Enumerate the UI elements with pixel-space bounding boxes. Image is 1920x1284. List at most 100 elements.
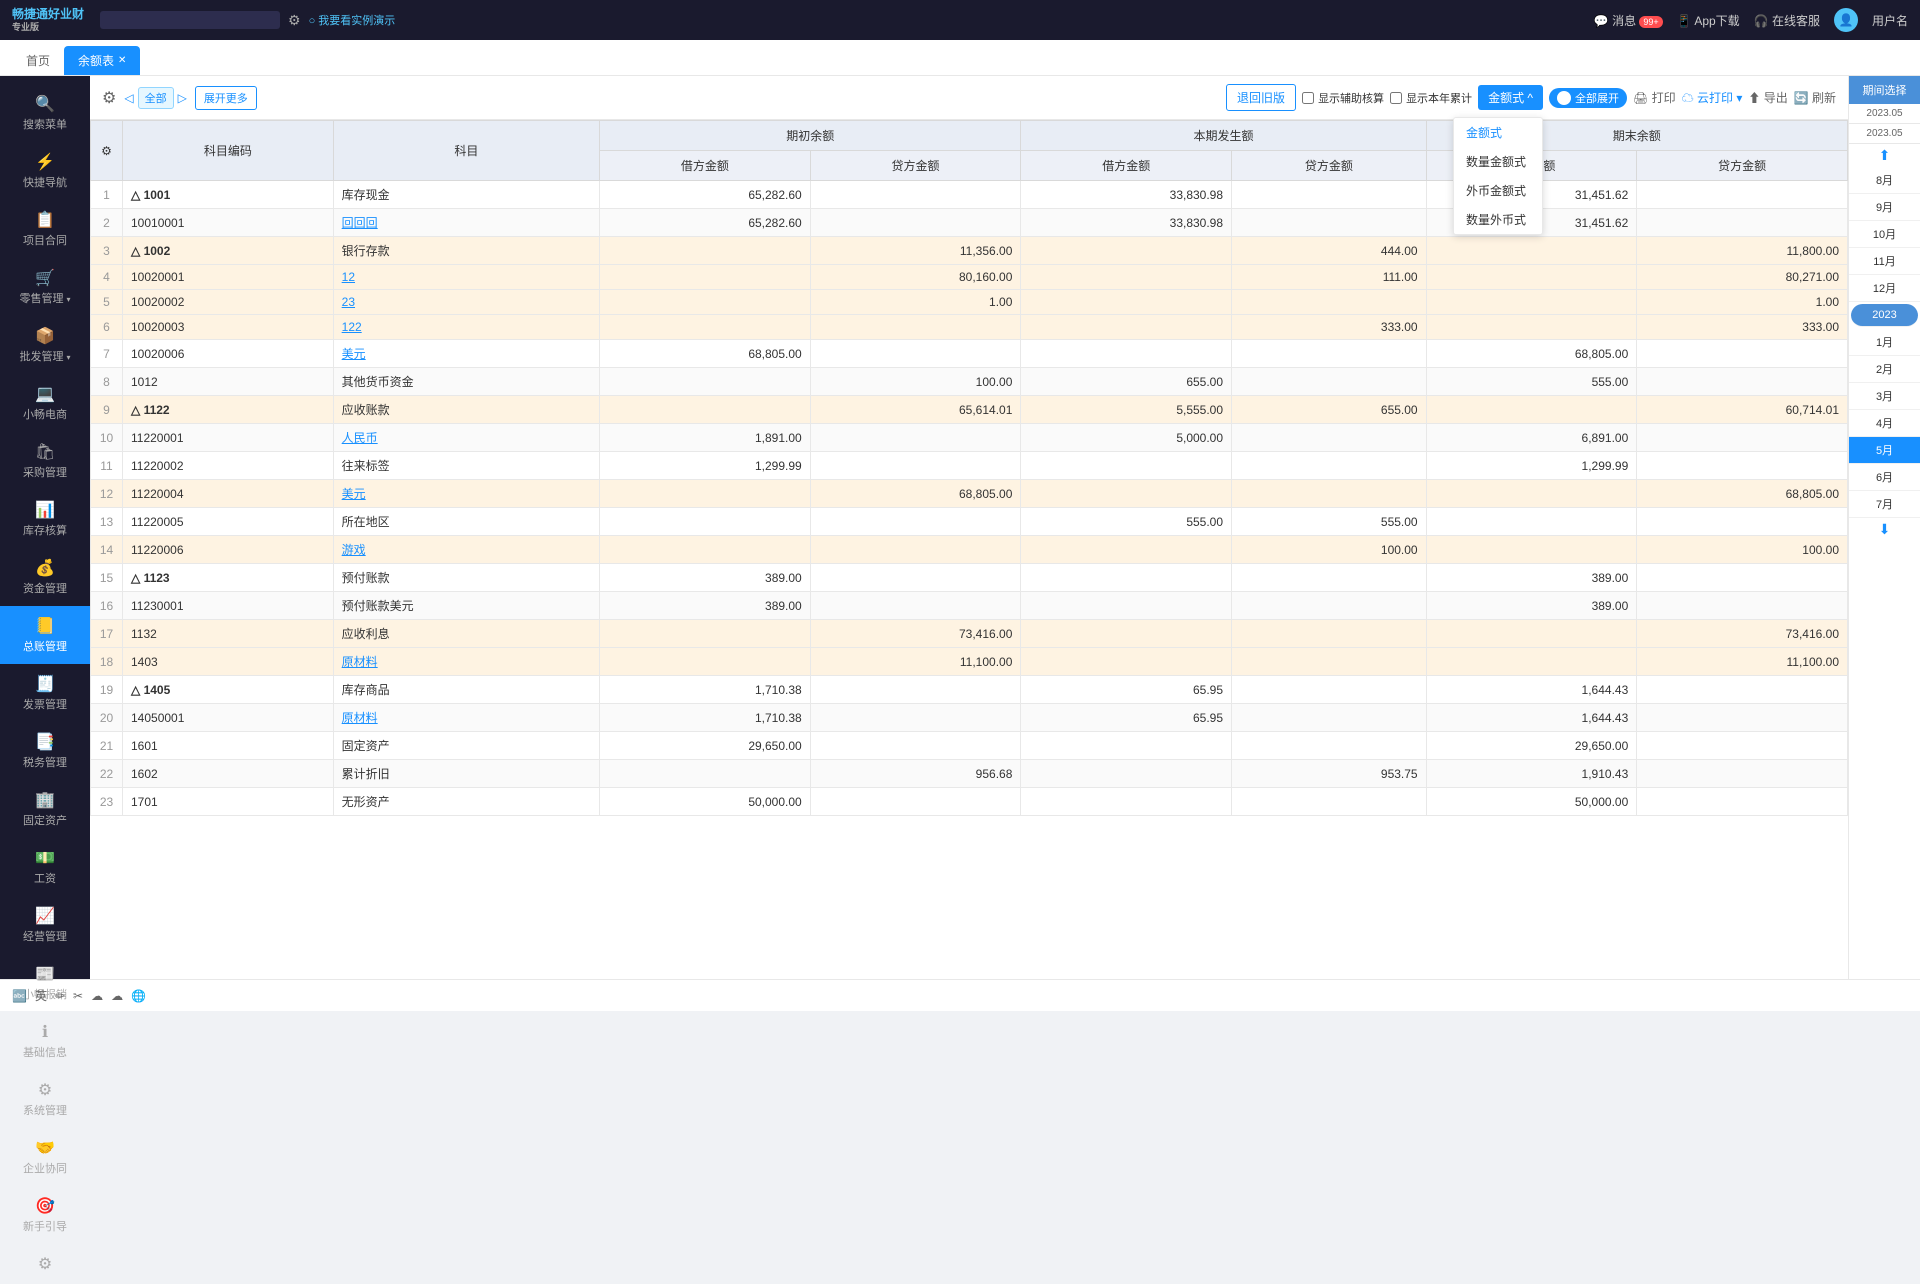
cell-code[interactable]: 11220006 [123, 536, 334, 564]
cell-code[interactable]: △ 1002 [123, 237, 334, 265]
sidebar-item-invoice[interactable]: 🧾 发票管理 [0, 664, 90, 722]
cell-subject[interactable]: 23 [333, 290, 599, 315]
bottom-icon-4[interactable]: ✂ [73, 989, 83, 1003]
show-ytd-label[interactable]: 显示本年累计 [1390, 90, 1472, 106]
cell-code[interactable]: 14050001 [123, 704, 334, 732]
cell-code[interactable]: 10020002 [123, 290, 334, 315]
sidebar-settings-icon[interactable]: ⚙ [38, 1256, 52, 1273]
cell-code[interactable]: 11220004 [123, 480, 334, 508]
print-icon[interactable]: 🖨 打印 [1633, 89, 1676, 106]
cell-code[interactable]: 11220005 [123, 508, 334, 536]
expand-more-btn[interactable]: 展开更多 [195, 86, 257, 110]
cell-subject[interactable]: 往来标签 [333, 452, 599, 480]
right-panel-month-7[interactable]: 7月 [1849, 491, 1920, 518]
right-panel-month-4[interactable]: 4月 [1849, 410, 1920, 437]
cloud-print-icon[interactable]: ☁ 云打印 ▾ [1682, 89, 1743, 106]
cell-code[interactable]: 11220002 [123, 452, 334, 480]
cell-code[interactable]: 10020006 [123, 340, 334, 368]
cell-subject[interactable]: 固定资产 [333, 732, 599, 760]
sidebar-item-purchase[interactable]: 🛍 采购管理 [0, 432, 90, 490]
online-service-btn[interactable]: 🎧 在线客服 [1754, 12, 1820, 29]
right-panel-month-12[interactable]: 12月 [1849, 275, 1920, 302]
cell-subject[interactable]: 122 [333, 315, 599, 340]
cell-subject[interactable]: 银行存款 [333, 237, 599, 265]
cell-subject[interactable]: 美元 [333, 480, 599, 508]
settings-icon[interactable]: ⚙ [288, 12, 301, 29]
th-settings-icon[interactable]: ⚙ [101, 144, 112, 158]
cell-code[interactable]: 11220001 [123, 424, 334, 452]
bottom-icon-2[interactable]: 英 [35, 987, 47, 1004]
right-panel-month-10[interactable]: 10月 [1849, 221, 1920, 248]
cell-subject[interactable]: 应收利息 [333, 620, 599, 648]
cell-code[interactable]: 1132 [123, 620, 334, 648]
amount-style-btn[interactable]: 金额式 ^ [1478, 85, 1543, 110]
sidebar-item-tax[interactable]: 📑 税务管理 [0, 722, 90, 780]
refresh-icon[interactable]: 🔄 刷新 [1794, 89, 1836, 106]
cell-code[interactable]: 1403 [123, 648, 334, 676]
bottom-icon-5[interactable]: ☁ [91, 989, 103, 1003]
cell-code[interactable]: 1012 [123, 368, 334, 396]
cell-subject[interactable]: 12 [333, 265, 599, 290]
right-panel-down-arrow[interactable]: ⬇ [1849, 518, 1920, 541]
cell-subject[interactable]: 库存现金 [333, 181, 599, 209]
right-panel-month-6[interactable]: 6月 [1849, 464, 1920, 491]
sidebar-item-wholesale[interactable]: 📦 批发管理 ▾ [0, 316, 90, 374]
right-panel-month-8[interactable]: 8月 [1849, 167, 1920, 194]
sidebar-item-salary[interactable]: 💵 工资 [0, 838, 90, 896]
cell-subject[interactable]: 原材料 [333, 648, 599, 676]
cell-subject[interactable]: 美元 [333, 340, 599, 368]
nav-right-icon[interactable]: ▷ [178, 91, 187, 105]
sidebar-item-guide[interactable]: 🎯 新手引导 [0, 1186, 90, 1244]
tab-close-icon[interactable]: ✕ [118, 55, 126, 66]
cell-code[interactable]: 1602 [123, 760, 334, 788]
cell-subject[interactable]: 无形资产 [333, 788, 599, 816]
cell-code[interactable]: 1701 [123, 788, 334, 816]
tab-home[interactable]: 首页 [12, 46, 64, 75]
top-search-input[interactable] [100, 11, 280, 29]
bottom-icon-7[interactable]: 🌐 [131, 989, 146, 1003]
export-icon[interactable]: ⬆ 导出 [1748, 89, 1787, 106]
cell-subject[interactable]: 应收账款 [333, 396, 599, 424]
sidebar-item-assets[interactable]: 🏢 固定资产 [0, 780, 90, 838]
right-panel-month-3[interactable]: 3月 [1849, 383, 1920, 410]
cell-subject[interactable]: 原材料 [333, 704, 599, 732]
right-panel-year-2023[interactable]: 2023 [1851, 304, 1918, 327]
amount-option-1[interactable]: 金额式 [1454, 118, 1542, 147]
bottom-icon-3[interactable]: ✏ [55, 989, 65, 1003]
amount-option-2[interactable]: 数量金额式 [1454, 147, 1542, 176]
right-panel-month-2[interactable]: 2月 [1849, 356, 1920, 383]
cell-code[interactable]: △ 1405 [123, 676, 334, 704]
right-panel-month-11[interactable]: 11月 [1849, 248, 1920, 275]
show-helper-label[interactable]: 显示辅助核算 [1302, 90, 1384, 106]
cell-code[interactable]: △ 1122 [123, 396, 334, 424]
sidebar-item-operations[interactable]: 📈 经营管理 [0, 896, 90, 954]
cell-subject[interactable]: 累计折旧 [333, 760, 599, 788]
message-btn[interactable]: 💬 消息 99+ [1594, 12, 1663, 29]
tab-balance-sheet[interactable]: 余额表 ✕ [64, 46, 140, 75]
show-helper-checkbox[interactable] [1302, 92, 1314, 104]
cell-code[interactable]: 10010001 [123, 209, 334, 237]
right-panel-month-5[interactable]: 5月 [1849, 437, 1920, 464]
sidebar-item-ledger[interactable]: 📒 总账管理 [0, 606, 90, 664]
cell-subject[interactable]: 预付账款 [333, 564, 599, 592]
sidebar-item-basic[interactable]: ℹ 基础信息 [0, 1012, 90, 1070]
app-download-btn[interactable]: 📱 App下载 [1677, 12, 1740, 29]
show-ytd-checkbox[interactable] [1390, 92, 1402, 104]
user-avatar[interactable]: 👤 [1834, 8, 1858, 32]
right-panel-up-arrow[interactable]: ⬆ [1849, 144, 1920, 167]
sidebar-item-ecommerce[interactable]: 💻 小畅电商 [0, 374, 90, 432]
sidebar-item-quicknav[interactable]: ⚡ 快捷导航 [0, 142, 90, 200]
sidebar-item-retail[interactable]: 🛒 零售管理 ▾ [0, 258, 90, 316]
cell-subject[interactable]: 其他货币资金 [333, 368, 599, 396]
sidebar-item-inventory[interactable]: 📊 库存核算 [0, 490, 90, 548]
cell-subject[interactable]: 预付账款美元 [333, 592, 599, 620]
cell-code[interactable]: 11230001 [123, 592, 334, 620]
table-settings-icon[interactable]: ⚙ [102, 88, 116, 108]
cell-subject[interactable]: 人民币 [333, 424, 599, 452]
cell-code[interactable]: 10020003 [123, 315, 334, 340]
demo-link[interactable]: ○ 我要看实例演示 [309, 12, 396, 28]
amount-option-4[interactable]: 数量外币式 [1454, 205, 1542, 234]
amount-option-3[interactable]: 外币金额式 [1454, 176, 1542, 205]
cell-subject[interactable]: 游戏 [333, 536, 599, 564]
sidebar-item-collab[interactable]: 🤝 企业协同 [0, 1128, 90, 1186]
